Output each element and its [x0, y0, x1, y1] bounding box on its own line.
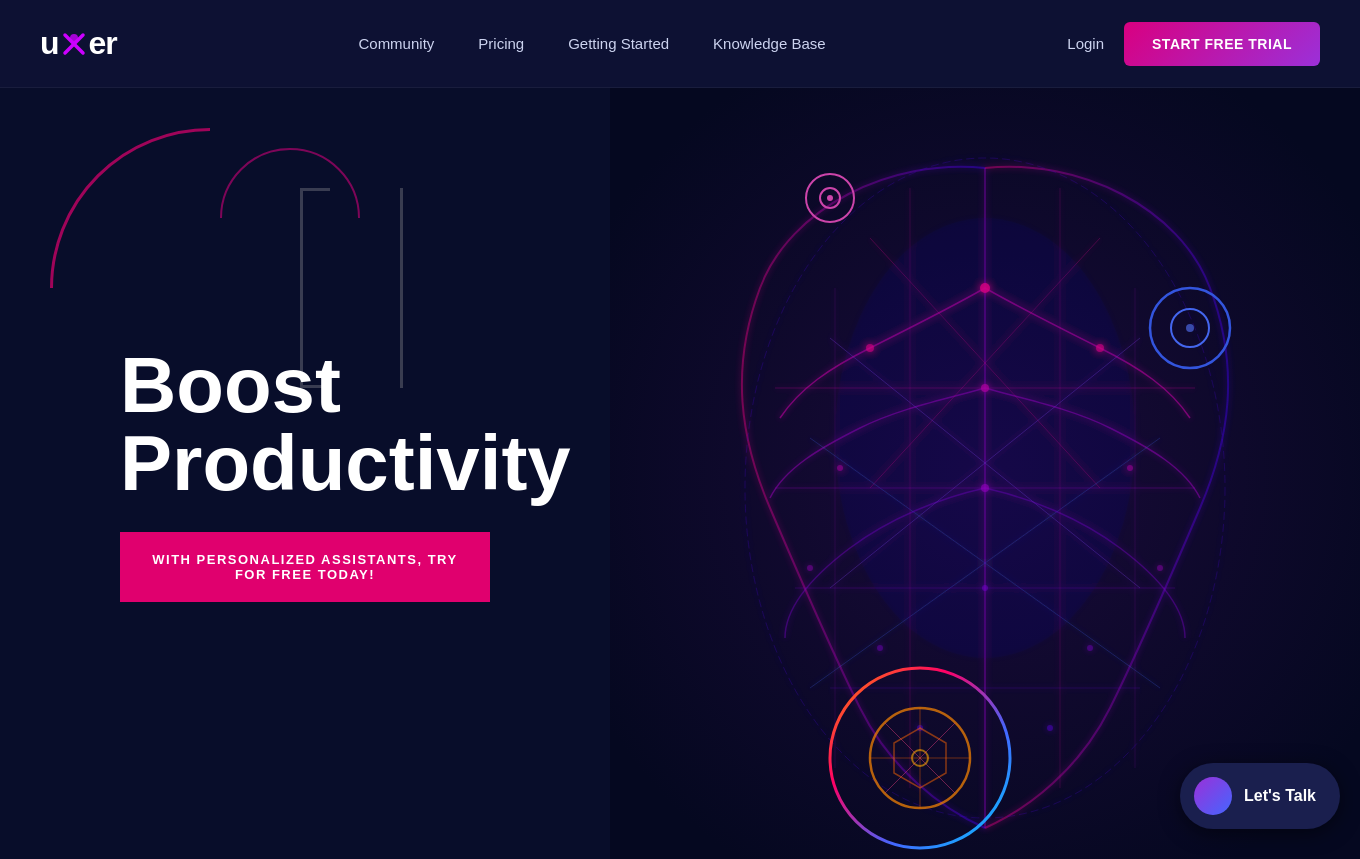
logo-x-icon [60, 30, 88, 58]
lets-talk-label: Let's Talk [1244, 787, 1316, 805]
brain-visualization [610, 88, 1360, 859]
hero-visual [610, 88, 1360, 859]
deco-arc-small [220, 148, 360, 288]
lets-talk-avatar [1194, 777, 1232, 815]
svg-point-39 [1186, 324, 1194, 332]
nav-item-pricing[interactable]: Pricing [460, 25, 542, 62]
svg-point-27 [1157, 565, 1163, 571]
lets-talk-button[interactable]: Let's Talk [1180, 763, 1340, 829]
svg-point-2 [70, 34, 78, 42]
logo-text-er: er [89, 25, 117, 62]
start-free-trial-button[interactable]: START FREE TRIAL [1124, 22, 1320, 66]
svg-point-33 [835, 218, 1135, 658]
nav-links: Community Pricing Getting Started Knowle… [340, 35, 843, 53]
nav-right: Login START FREE TRIAL [1067, 22, 1320, 66]
svg-point-26 [807, 565, 813, 571]
hero-title-line2: Productivity [120, 419, 571, 507]
nav-item-knowledge-base[interactable]: Knowledge Base [695, 25, 844, 62]
hero-title: Boost Productivity [120, 346, 550, 502]
hero-content: Boost Productivity WITH PERSONALIZED ASS… [0, 88, 610, 859]
svg-point-28 [877, 645, 883, 651]
hero-section: Boost Productivity WITH PERSONALIZED ASS… [0, 88, 1360, 859]
svg-point-29 [1087, 645, 1093, 651]
svg-point-31 [1047, 725, 1053, 731]
nav-item-getting-started[interactable]: Getting Started [550, 25, 687, 62]
hero-cta-button[interactable]: WITH PERSONALIZED ASSISTANTS, TRY FOR FR… [120, 532, 490, 602]
navbar: u er Community Pricing Getting Started K… [0, 0, 1360, 88]
svg-point-36 [827, 195, 833, 201]
nav-item-community[interactable]: Community [340, 25, 452, 62]
login-link[interactable]: Login [1067, 35, 1104, 52]
hero-title-line1: Boost [120, 341, 341, 429]
logo[interactable]: u er [40, 25, 117, 62]
logo-text-ux: u [40, 25, 59, 62]
